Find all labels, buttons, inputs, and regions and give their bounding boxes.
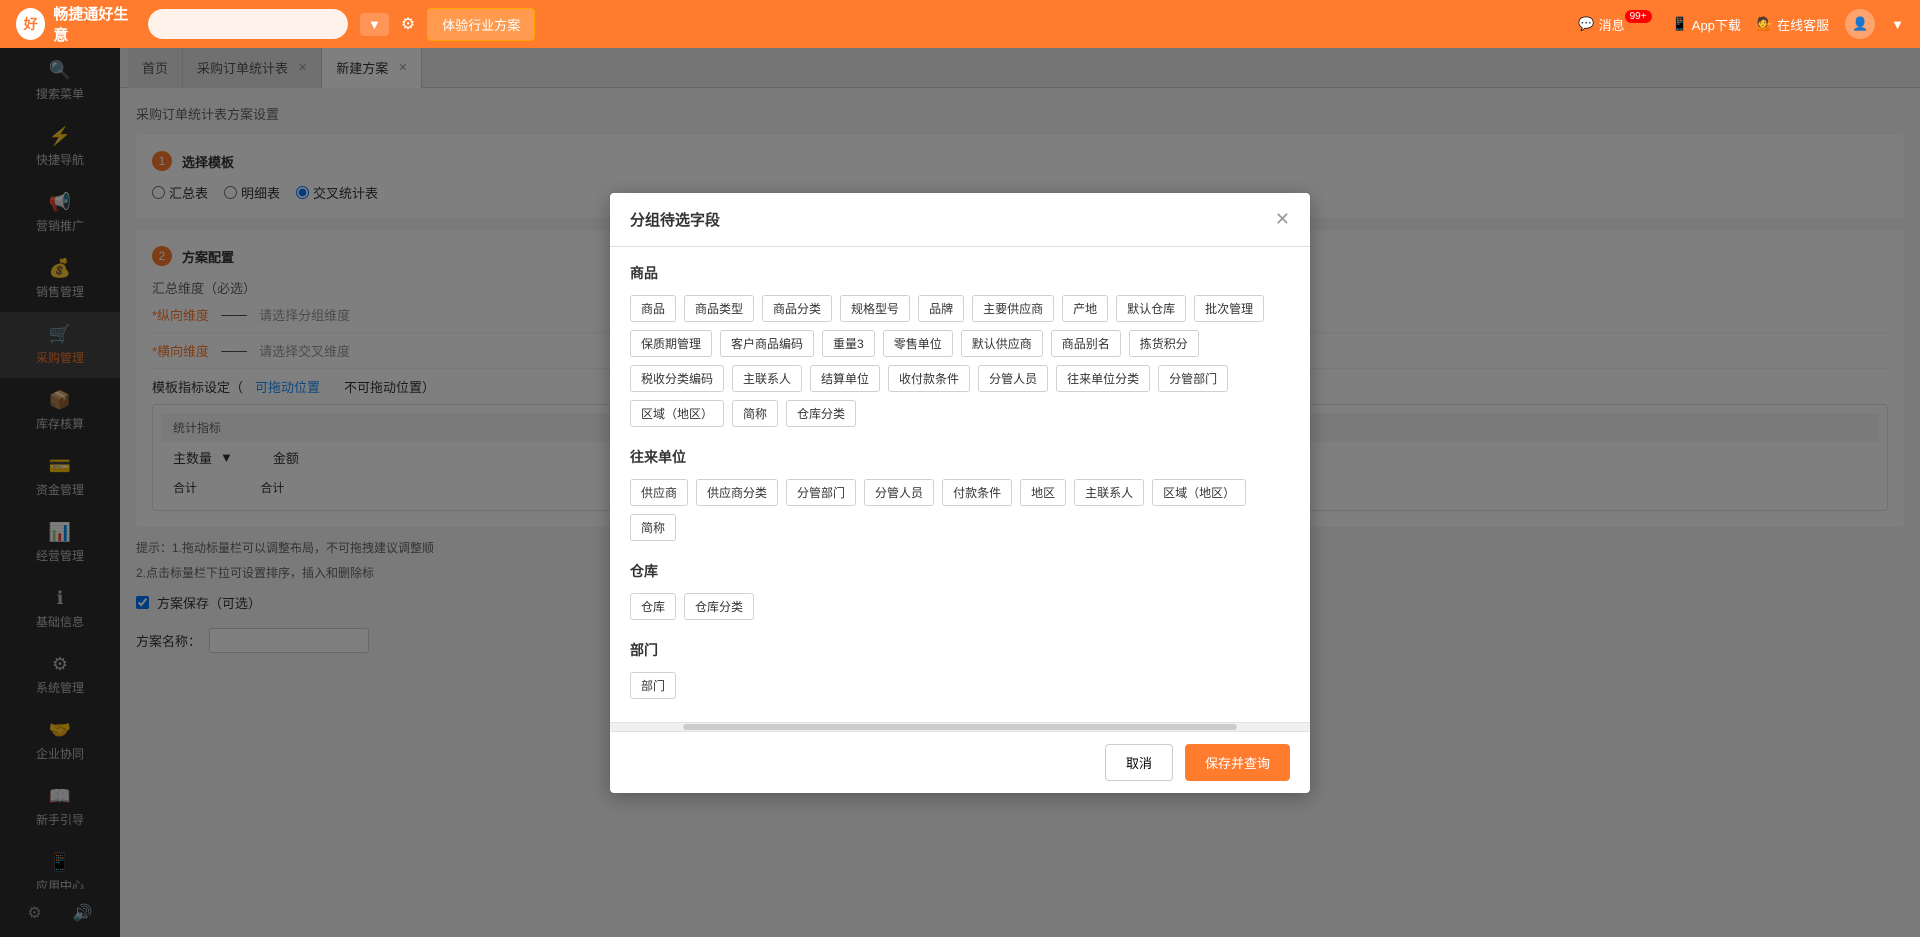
message-icon: 💬: [1578, 16, 1594, 32]
field-group-department: 部门 部门: [630, 640, 1290, 699]
field-tag-main-contact[interactable]: 主联系人: [732, 365, 802, 392]
field-tag-main-supplier[interactable]: 主要供应商: [972, 295, 1054, 322]
field-tag-customer-code[interactable]: 客户商品编码: [720, 330, 814, 357]
field-tag-default-warehouse[interactable]: 默认仓库: [1116, 295, 1186, 322]
message-item[interactable]: 💬 消息 99+: [1578, 15, 1655, 34]
app-download-item[interactable]: 📱 App下载: [1672, 15, 1741, 34]
field-tags-goods: 商品 商品类型 商品分类 规格型号 品牌 主要供应商 产地 默认仓库 批次管理 …: [630, 295, 1290, 427]
field-group-goods: 商品 商品 商品类型 商品分类 规格型号 品牌 主要供应商 产地 默认仓库 批次…: [630, 263, 1290, 427]
modal-close-button[interactable]: ✕: [1275, 209, 1290, 230]
header-gear-button[interactable]: ⚙: [401, 14, 415, 34]
field-group-department-title: 部门: [630, 640, 1290, 660]
field-tags-counterpart: 供应商 供应商分类 分管部门 分管人员 付款条件 地区 主联系人 区域（地区） …: [630, 479, 1290, 541]
top-header: 好 畅捷通好生意 ▼ ⚙ 体验行业方案 💬 消息 99+ 📱 App下载 💁 在…: [0, 0, 1920, 48]
field-tag-short-name[interactable]: 简称: [732, 400, 778, 427]
online-service-icon: 💁: [1757, 16, 1773, 32]
logo-text: 畅捷通好生意: [53, 3, 136, 45]
modal: 分组待选字段 ✕ 商品 商品 商品类型 商品分类 规格型号 品牌 主要供应商 产…: [610, 193, 1310, 793]
logo-area: 好 畅捷通好生意: [16, 3, 136, 45]
field-tag-region2[interactable]: 区域（地区）: [1152, 479, 1246, 506]
logo-icon: 好: [16, 8, 45, 40]
field-tag-region[interactable]: 区域（地区）: [630, 400, 724, 427]
field-tag-tax-code[interactable]: 税收分类编码: [630, 365, 724, 392]
field-tag-supplier-category[interactable]: 供应商分类: [696, 479, 778, 506]
message-badge: 99+: [1625, 10, 1652, 23]
field-tag-weight[interactable]: 重量3: [822, 330, 875, 357]
user-avatar[interactable]: 👤: [1845, 9, 1875, 39]
modal-title: 分组待选字段: [630, 209, 720, 230]
field-tag-goods[interactable]: 商品: [630, 295, 676, 322]
field-tag-default-supplier[interactable]: 默认供应商: [961, 330, 1043, 357]
modal-body: 商品 商品 商品类型 商品分类 规格型号 品牌 主要供应商 产地 默认仓库 批次…: [610, 247, 1310, 723]
field-tag-picking-points[interactable]: 拣货积分: [1129, 330, 1199, 357]
cancel-button[interactable]: 取消: [1105, 744, 1173, 781]
user-dropdown-icon[interactable]: ▼: [1891, 17, 1904, 32]
confirm-button[interactable]: 保存并查询: [1185, 744, 1290, 781]
field-group-counterpart-title: 往来单位: [630, 447, 1290, 467]
field-group-warehouse: 仓库 仓库 仓库分类: [630, 561, 1290, 620]
field-tag-short-name2[interactable]: 简称: [630, 514, 676, 541]
field-group-counterpart: 往来单位 供应商 供应商分类 分管部门 分管人员 付款条件 地区 主联系人 区域…: [630, 447, 1290, 541]
field-tag-shelf-life[interactable]: 保质期管理: [630, 330, 712, 357]
field-tag-payment-terms[interactable]: 收付款条件: [888, 365, 970, 392]
field-tag-goods-alias[interactable]: 商品别名: [1051, 330, 1121, 357]
field-tag-dept[interactable]: 分管部门: [1158, 365, 1228, 392]
avatar-icon: 👤: [1852, 16, 1868, 32]
app-download-icon: 📱: [1672, 16, 1688, 32]
field-tag-warehouse-cat[interactable]: 仓库分类: [684, 593, 754, 620]
header-search-input[interactable]: [148, 9, 348, 39]
field-tag-brand[interactable]: 品牌: [918, 295, 964, 322]
header-right: 💬 消息 99+ 📱 App下载 💁 在线客服 👤 ▼: [1578, 9, 1904, 39]
app-download-label: App下载: [1692, 15, 1741, 34]
online-service-label: 在线客服: [1777, 15, 1829, 34]
field-tags-department: 部门: [630, 672, 1290, 699]
field-tag-spec-model[interactable]: 规格型号: [840, 295, 910, 322]
modal-header: 分组待选字段 ✕: [610, 193, 1310, 247]
header-dropdown-button[interactable]: ▼: [360, 13, 389, 36]
field-tag-goods-type[interactable]: 商品类型: [684, 295, 754, 322]
field-tag-supplier[interactable]: 供应商: [630, 479, 688, 506]
field-tag-retail-unit[interactable]: 零售单位: [883, 330, 953, 357]
modal-overlay: 分组待选字段 ✕ 商品 商品 商品类型 商品分类 规格型号 品牌 主要供应商 产…: [0, 48, 1920, 937]
field-tag-main-contact2[interactable]: 主联系人: [1074, 479, 1144, 506]
experience-button[interactable]: 体验行业方案: [427, 8, 535, 41]
field-tag-goods-category[interactable]: 商品分类: [762, 295, 832, 322]
field-tags-warehouse: 仓库 仓库分类: [630, 593, 1290, 620]
field-tag-area[interactable]: 地区: [1020, 479, 1066, 506]
field-tag-manager[interactable]: 分管人员: [978, 365, 1048, 392]
field-tag-payment-condition[interactable]: 付款条件: [942, 479, 1012, 506]
field-group-goods-title: 商品: [630, 263, 1290, 283]
horizontal-scrollbar[interactable]: [610, 722, 1310, 730]
field-group-warehouse-title: 仓库: [630, 561, 1290, 581]
message-label: 消息: [1599, 15, 1625, 34]
field-tag-origin[interactable]: 产地: [1062, 295, 1108, 322]
field-tag-department[interactable]: 部门: [630, 672, 676, 699]
field-tag-warehouse[interactable]: 仓库: [630, 593, 676, 620]
field-tag-batch-mgmt[interactable]: 批次管理: [1194, 295, 1264, 322]
field-tag-managed-dept[interactable]: 分管部门: [786, 479, 856, 506]
field-tag-counterpart-category[interactable]: 往来单位分类: [1056, 365, 1150, 392]
online-service-item[interactable]: 💁 在线客服: [1757, 15, 1829, 34]
modal-footer: 取消 保存并查询: [610, 731, 1310, 793]
field-tag-settlement-unit[interactable]: 结算单位: [810, 365, 880, 392]
field-tag-managed-person[interactable]: 分管人员: [864, 479, 934, 506]
field-tag-warehouse-category[interactable]: 仓库分类: [786, 400, 856, 427]
